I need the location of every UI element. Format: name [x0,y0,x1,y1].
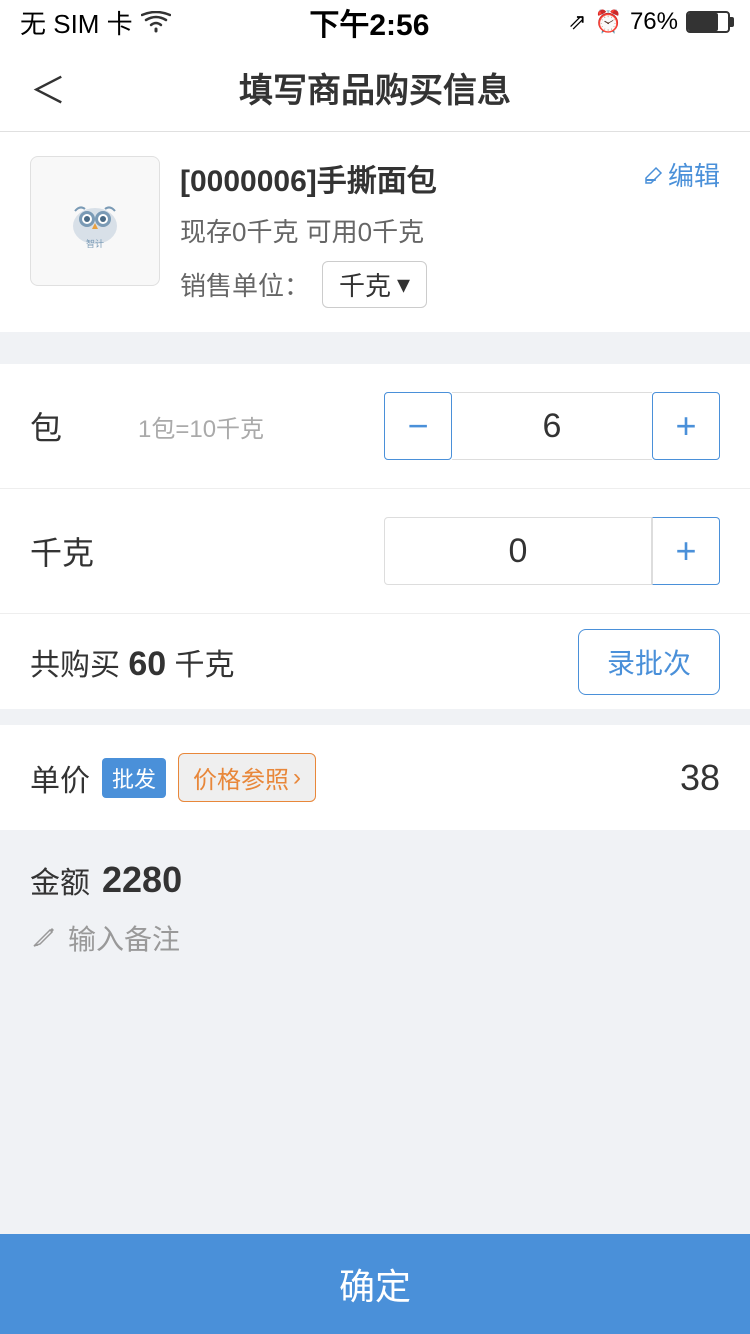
kg-label: 千克 [30,528,130,574]
price-tag: 批发 [102,758,166,798]
status-right: ⇗ ⏰ 76% [568,8,730,36]
price-value: 38 [680,757,720,799]
kg-increment-button[interactable]: + [652,517,720,585]
unit-label: 销售单位： [180,266,310,303]
section-divider-1 [0,348,750,364]
pencil-icon [30,924,58,952]
amount-value: 2280 [102,859,182,901]
svg-text:智计: 智计 [86,238,104,249]
bao-decrement-button[interactable]: − [384,392,452,460]
bao-increment-button[interactable]: + [652,392,720,460]
price-label: 单价 [30,756,90,800]
bao-qty-control: − + [384,392,720,460]
kg-qty-input[interactable] [384,517,652,585]
edit-button[interactable]: 编辑 [644,156,720,193]
page-title: 填写商品购买信息 [239,63,511,112]
amount-section: 金额 2280 输入备注 [0,830,750,978]
time-label: 下午2:56 [309,0,429,44]
edit-icon [644,165,664,185]
bao-row: 包 1包=10千克 − + [0,364,750,489]
price-ref-button[interactable]: 价格参照 › [178,753,316,802]
note-row[interactable]: 输入备注 [30,918,720,958]
total-text: 共购买 60 千克 [30,640,235,684]
product-section: 智计 [0000006]手撕面包 编辑 现存0千克 可用0千克 销售单位： 千克… [0,132,750,332]
battery-icon [686,11,730,33]
alarm-icon: ⏰ [595,9,622,35]
product-stock: 现存0千克 可用0千克 [180,212,720,249]
unit-select[interactable]: 千克 ▾ [322,261,427,308]
status-left: 无 SIM 卡 [20,4,171,41]
price-section: 单价 批发 价格参照 › 38 [0,725,750,830]
bao-input-section: 包 1包=10千克 − + 千克 + 共购买 60 千克 录批次 [0,364,750,709]
price-left: 单价 批发 价格参照 › [30,753,316,802]
product-image: 智计 [30,156,160,286]
amount-label: 金额 [30,858,90,902]
carrier-label: 无 SIM 卡 [20,4,133,41]
bao-hint: 1包=10千克 [138,409,384,444]
status-bar: 无 SIM 卡 下午2:56 ⇗ ⏰ 76% [0,0,750,44]
product-name: [0000006]手撕面包 [180,156,437,200]
wifi-icon [141,11,171,33]
product-title-row: [0000006]手撕面包 编辑 [180,156,720,200]
unit-row: 销售单位： 千克 ▾ [180,261,720,308]
bao-qty-input[interactable] [452,392,652,460]
product-info: [0000006]手撕面包 编辑 现存0千克 可用0千克 销售单位： 千克 ▾ [180,156,720,308]
battery-percent: 76% [630,8,678,36]
location-icon: ⇗ [568,9,586,35]
note-placeholder[interactable]: 输入备注 [68,918,180,958]
amount-row: 金额 2280 [30,858,720,902]
kg-qty-control: + [384,517,720,585]
batch-button[interactable]: 录批次 [578,629,720,695]
product-thumbnail: 智计 [55,191,135,251]
page-header: ＜ 填写商品购买信息 [0,44,750,132]
bao-label: 包 [30,403,130,449]
total-section: 共购买 60 千克 录批次 [0,613,750,709]
kg-row: 千克 + [0,489,750,613]
section-divider-2 [0,709,750,725]
back-button[interactable]: ＜ [20,52,76,124]
confirm-button[interactable]: 确定 [0,1234,750,1334]
